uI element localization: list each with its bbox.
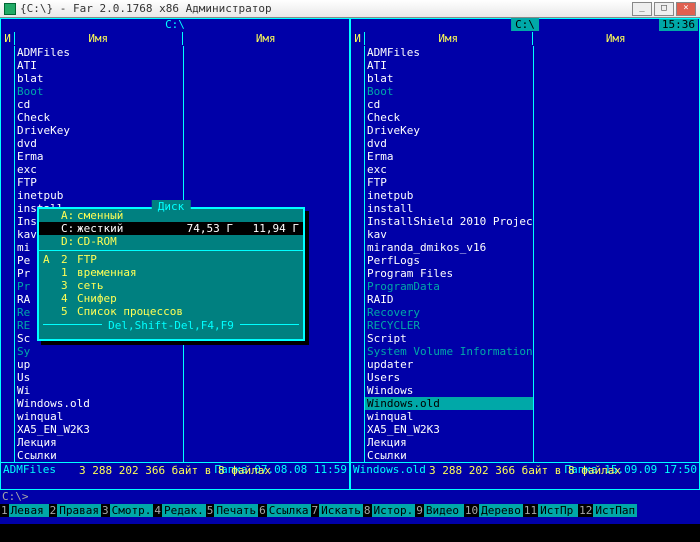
function-key-bar: 1Левая 2Правая3Смотр.4Редак.5Печать6Ссыл… [0, 503, 700, 517]
file-row[interactable]: ATI [1, 59, 349, 72]
file-row[interactable]: Boot [351, 85, 699, 98]
file-row[interactable]: System Volume Information [351, 345, 699, 358]
file-row[interactable]: RAID [351, 293, 699, 306]
file-row[interactable]: Check [1, 111, 349, 124]
file-row[interactable]: ADMFiles [1, 46, 349, 59]
file-row[interactable]: winqual [1, 410, 349, 423]
fkey-1[interactable]: 1Левая [0, 503, 49, 517]
plugin-item[interactable]: 1временная [39, 266, 303, 279]
window-title: {C:\} - Far 2.0.1768 x86 Администратор [20, 2, 272, 15]
file-row[interactable]: blat [1, 72, 349, 85]
close-button[interactable]: × [676, 2, 696, 16]
file-row[interactable]: Ссылки [1, 449, 349, 462]
left-col-marker: И [1, 32, 15, 45]
file-row[interactable]: RECYCLER [351, 319, 699, 332]
file-row[interactable]: dvd [351, 137, 699, 150]
maximize-button[interactable]: □ [654, 2, 674, 16]
file-row[interactable]: dvd [1, 137, 349, 150]
right-panel-title: C:\ [511, 18, 539, 31]
file-row[interactable]: Windows.old [1, 397, 349, 410]
right-panel[interactable]: C:\ И Имя Имя ADMFilesATIblatBootcdCheck… [350, 18, 700, 490]
file-row[interactable]: up [1, 358, 349, 371]
file-row[interactable]: Erma [351, 150, 699, 163]
plugin-item[interactable]: 3сеть [39, 279, 303, 292]
drive-menu-title: Диск [152, 200, 191, 213]
fkey-6[interactable]: 6Ссылка [258, 503, 310, 517]
file-row[interactable]: miranda_dmikos_v16 [351, 241, 699, 254]
file-row[interactable]: PerfLogs [351, 254, 699, 267]
right-footer-name: Windows.old [353, 463, 426, 476]
left-col-name: Имя [15, 32, 183, 45]
fkey-10[interactable]: 10Дерево [464, 503, 523, 517]
right-col-name: Имя [365, 32, 533, 45]
file-row[interactable]: ADMFiles [351, 46, 699, 59]
file-row[interactable]: cd [1, 98, 349, 111]
drive-item[interactable]: D:CD-ROM [39, 235, 303, 248]
left-panel-title: C:\ [161, 18, 189, 31]
file-row[interactable]: kav [351, 228, 699, 241]
fkey-11[interactable]: 11ИстПр [523, 503, 578, 517]
plugin-item[interactable]: A2FTP [39, 253, 303, 266]
file-row[interactable]: Program Files [351, 267, 699, 280]
file-row[interactable]: blat [351, 72, 699, 85]
file-row[interactable]: Windows.old [351, 397, 699, 410]
file-row[interactable]: Script [351, 332, 699, 345]
app-icon [4, 3, 16, 15]
fkey-4[interactable]: 4Редак. [153, 503, 205, 517]
file-row[interactable]: install [351, 202, 699, 215]
file-row[interactable]: updater [351, 358, 699, 371]
file-row[interactable]: ProgramData [351, 280, 699, 293]
file-row[interactable]: exc [351, 163, 699, 176]
fkey-9[interactable]: 9Видео [415, 503, 464, 517]
file-row[interactable]: DriveKey [351, 124, 699, 137]
file-row[interactable]: cd [351, 98, 699, 111]
file-row[interactable]: Лекция [351, 436, 699, 449]
minimize-button[interactable]: _ [632, 2, 652, 16]
file-row[interactable]: InstallShield 2010 Projec} [351, 215, 699, 228]
drive-menu-popup[interactable]: Диск A:сменныйC:жесткий74,53 Г11,94 ГD:C… [37, 207, 305, 341]
file-row[interactable]: Wi [1, 384, 349, 397]
fkey-7[interactable]: 7Искать [311, 503, 363, 517]
right-col-marker: И [351, 32, 365, 45]
file-row[interactable]: Windows [351, 384, 699, 397]
drive-item[interactable]: C:жесткий74,53 Г11,94 Г [39, 222, 303, 235]
file-row[interactable]: Ссылки [351, 449, 699, 462]
left-footer-name: ADMFiles [3, 463, 56, 476]
fkey-8[interactable]: 8Истор. [363, 503, 415, 517]
file-row[interactable]: ATI [351, 59, 699, 72]
file-row[interactable]: Лекция [1, 436, 349, 449]
right-summary: 3 288 202 366 байт в 8 файлах [429, 464, 621, 477]
file-row[interactable]: Boot [1, 85, 349, 98]
fkey-3[interactable]: 3Смотр. [101, 503, 153, 517]
fkey-2[interactable]: 2Правая [49, 503, 101, 517]
fkey-5[interactable]: 5Печать [206, 503, 258, 517]
file-row[interactable]: DriveKey [1, 124, 349, 137]
fkey-12[interactable]: 12ИстПап [578, 503, 637, 517]
left-summary: 3 288 202 366 байт в 8 файлах [79, 464, 271, 477]
file-row[interactable]: Check [351, 111, 699, 124]
drive-menu-hint: Del,Shift-Del,F4,F9 [102, 319, 240, 332]
file-row[interactable]: Users [351, 371, 699, 384]
left-col-name2: Имя [183, 32, 350, 45]
file-row[interactable]: exc [1, 163, 349, 176]
plugin-item[interactable]: 5Список процессов [39, 305, 303, 318]
file-row[interactable]: Recovery [351, 306, 699, 319]
plugin-item[interactable]: 4Снифер [39, 292, 303, 305]
file-row[interactable]: FTP [351, 176, 699, 189]
file-row[interactable]: Sy [1, 345, 349, 358]
file-row[interactable]: Erma [1, 150, 349, 163]
file-row[interactable]: XA5_EN_W2K3 [351, 423, 699, 436]
window-titlebar: {C:\} - Far 2.0.1768 x86 Администратор _… [0, 0, 700, 18]
command-prompt[interactable]: C:\> [0, 490, 700, 503]
file-row[interactable]: inetpub [351, 189, 699, 202]
file-row[interactable]: Us [1, 371, 349, 384]
file-row[interactable]: winqual [351, 410, 699, 423]
file-row[interactable]: FTP [1, 176, 349, 189]
right-col-name2: Имя [533, 32, 700, 45]
file-row[interactable]: XA5_EN_W2K3 [1, 423, 349, 436]
